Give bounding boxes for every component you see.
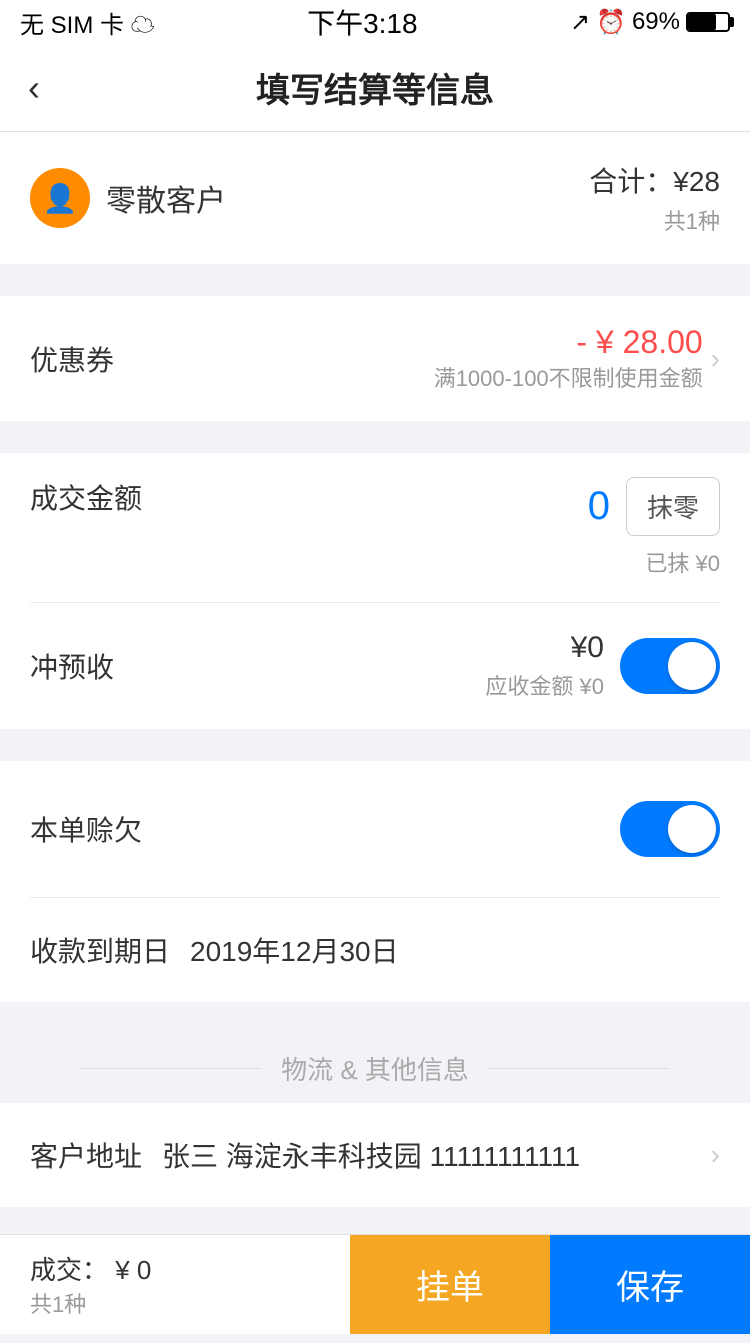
coupon-text-block: - ¥ 28.00 满1000-100不限制使用金额 (434, 324, 703, 393)
credit-section: 本单赊欠 收款到期日 2019年12月30日 (0, 761, 750, 1002)
no-sim-text: 无 SIM 卡 ☁ (20, 5, 155, 40)
logistics-header: 物流 & 其他信息 (0, 1034, 750, 1103)
credit-label: 本单赊欠 (30, 809, 142, 849)
transaction-label: 成交金额 (30, 477, 142, 517)
advance-value: ¥0 (485, 631, 604, 665)
coupon-sub: 满1000-100不限制使用金额 (434, 361, 703, 393)
total-count: 共1种 (589, 204, 720, 236)
customer-right: 合计：¥28 共1种 (589, 160, 720, 236)
advance-row: 冲预收 ¥0 应收金额 ¥0 (0, 603, 750, 729)
save-button[interactable]: 保存 (550, 1235, 750, 1334)
hang-button[interactable]: 挂单 (350, 1235, 550, 1334)
coupon-value: - ¥ 28.00 (434, 324, 703, 361)
bottom-info: 成交： ¥ 0 共1种 (0, 1235, 350, 1334)
logistics-section-line: 物流 & 其他信息 (30, 1050, 720, 1087)
divider-2 (0, 437, 750, 453)
status-right: ↗ ⏰ 69% (570, 8, 730, 37)
credit-toggle-knob (668, 805, 716, 853)
status-bar: 无 SIM 卡 ☁ 下午3:18 ↗ ⏰ 69% (0, 0, 750, 44)
total-amount: 合计：¥28 (589, 160, 720, 200)
bottom-count: 共1种 (30, 1287, 320, 1319)
nav-bar: ‹ 填写结算等信息 (0, 44, 750, 132)
back-button[interactable]: ‹ (28, 67, 40, 109)
advance-toggle-knob (668, 642, 716, 690)
transaction-section: 成交金额 0 抹零 已抹 ¥0 冲预收 ¥0 应收金额 ¥0 (0, 453, 750, 729)
address-label: 客户地址 (30, 1135, 142, 1175)
alarm-icon: ⏰ (596, 8, 626, 37)
customer-name: 零散客户 (106, 176, 226, 220)
round-button[interactable]: 抹零 (626, 477, 720, 536)
due-date-row: 收款到期日 2019年12月30日 (0, 898, 750, 1002)
bottom-bar: 成交： ¥ 0 共1种 挂单 保存 (0, 1234, 750, 1334)
address-row[interactable]: 客户地址 张三 海淀永丰科技园 11111111111 › (0, 1103, 750, 1207)
coupon-row[interactable]: 优惠券 - ¥ 28.00 满1000-100不限制使用金额 › (0, 296, 750, 421)
status-left: 无 SIM 卡 ☁ (20, 5, 155, 40)
coupon-chevron-icon: › (711, 343, 720, 375)
coupon-section[interactable]: 优惠券 - ¥ 28.00 满1000-100不限制使用金额 › (0, 296, 750, 421)
logistics-section-label: 物流 & 其他信息 (281, 1050, 469, 1087)
bottom-deal-text: 成交： ¥ 0 (30, 1250, 320, 1287)
advance-right: ¥0 应收金额 ¥0 (485, 631, 720, 701)
credit-row: 本单赊欠 (0, 761, 750, 897)
credit-toggle[interactable] (620, 801, 720, 857)
customer-left: 👤 零散客户 (30, 168, 226, 228)
status-time: 下午3:18 (307, 2, 418, 42)
transaction-right: 0 抹零 (588, 477, 720, 536)
advance-label: 冲预收 (30, 646, 114, 686)
due-date-value: 2019年12月30日 (190, 930, 399, 970)
address-section[interactable]: 客户地址 张三 海淀永丰科技园 11111111111 › (0, 1103, 750, 1207)
address-chevron-icon: › (711, 1139, 720, 1171)
avatar-icon: 👤 (43, 182, 78, 215)
bottom-deal-value: ¥ 0 (115, 1255, 151, 1285)
advance-amounts: ¥0 应收金额 ¥0 (485, 631, 604, 701)
location-icon: ↗ (570, 8, 590, 37)
transaction-row: 成交金额 0 抹零 已抹 ¥0 (0, 453, 750, 602)
bottom-deal-label: 成交： (30, 1255, 108, 1285)
divider-1 (0, 280, 750, 296)
transaction-sub: 已抹 ¥0 (645, 546, 720, 578)
battery-icon (686, 12, 730, 32)
divider-3 (0, 745, 750, 761)
transaction-value: 0 (588, 484, 610, 529)
advance-toggle[interactable] (620, 638, 720, 694)
battery-text: 69% (632, 8, 680, 36)
page-title: 填写结算等信息 (256, 63, 494, 112)
customer-section: 👤 零散客户 合计：¥28 共1种 (0, 132, 750, 264)
coupon-label: 优惠券 (30, 339, 114, 379)
coupon-right: - ¥ 28.00 满1000-100不限制使用金额 › (434, 324, 720, 393)
customer-row: 👤 零散客户 合计：¥28 共1种 (0, 132, 750, 264)
advance-sub: 应收金额 ¥0 (485, 669, 604, 701)
address-value: 张三 海淀永丰科技园 11111111111 (162, 1135, 711, 1175)
avatar: 👤 (30, 168, 90, 228)
divider-4 (0, 1018, 750, 1034)
due-date-label: 收款到期日 (30, 930, 170, 970)
